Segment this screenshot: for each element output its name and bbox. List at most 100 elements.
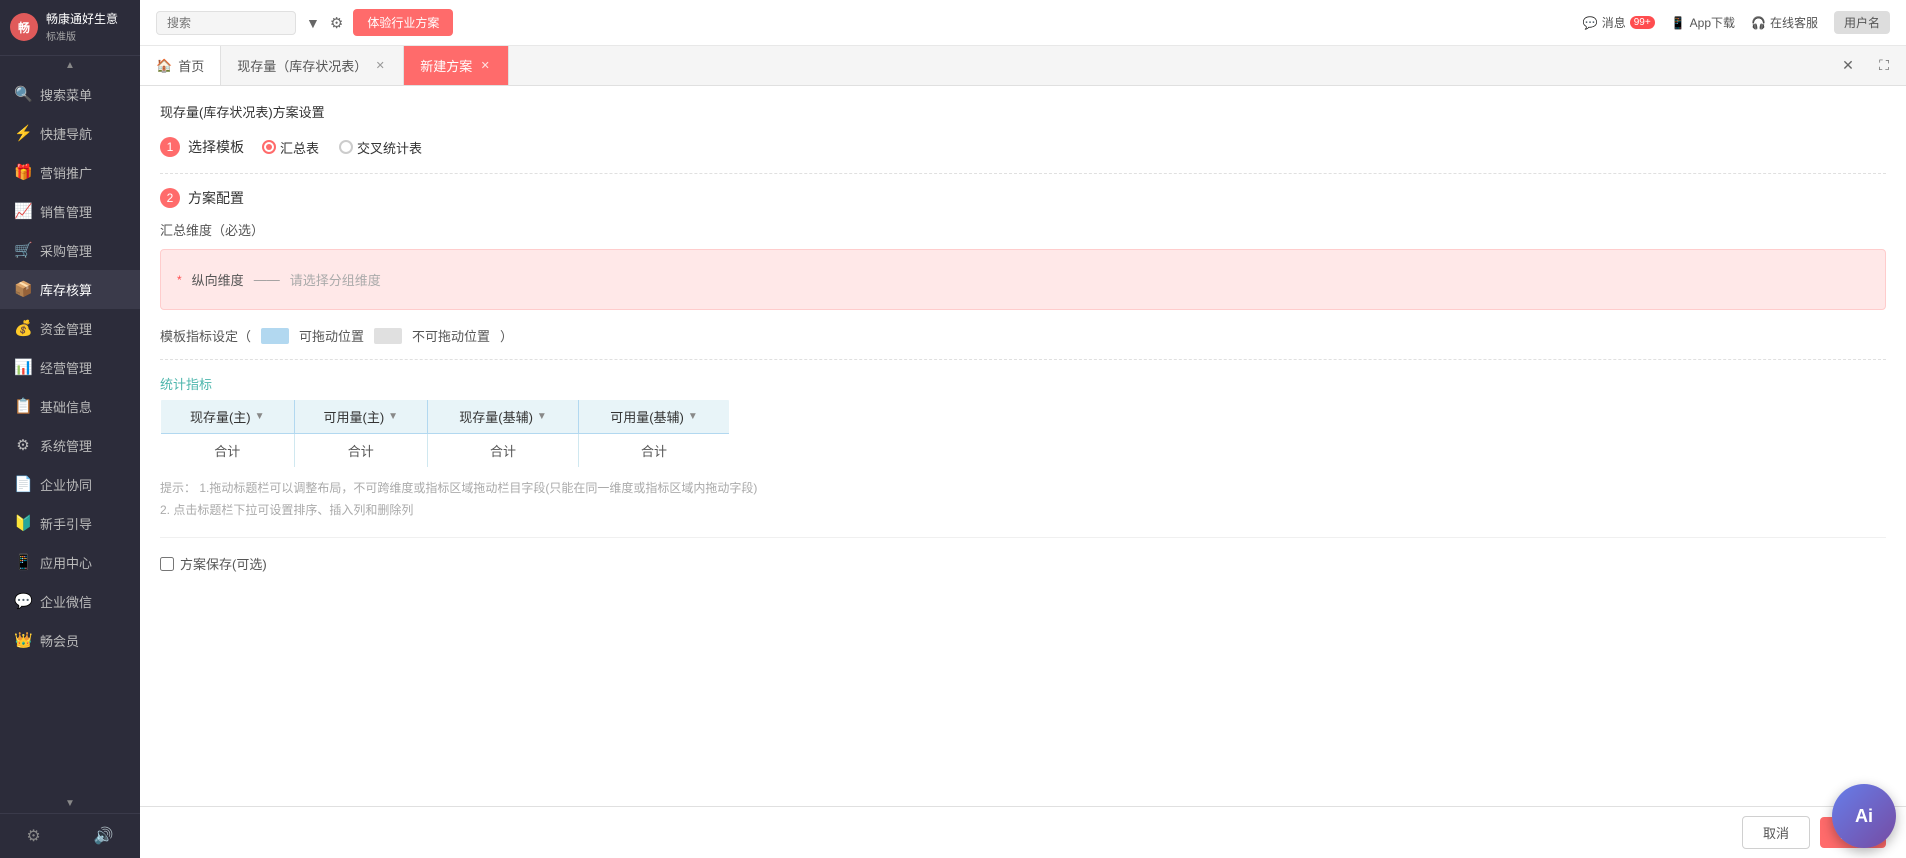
inventory-icon: 📦 bbox=[14, 280, 32, 298]
basic-icon: 📋 bbox=[14, 397, 32, 415]
tab-close-btn[interactable]: ✕ bbox=[1834, 52, 1862, 80]
purchase-icon: 🛒 bbox=[14, 241, 32, 259]
col-label-4: 可用量(基辅) bbox=[610, 407, 684, 426]
newbie-icon: 🔰 bbox=[14, 514, 32, 532]
dimension-dash: —— bbox=[254, 272, 280, 287]
scheme-save: 方案保存(可选) bbox=[160, 537, 1886, 573]
not-draggable-label: 不可拖动位置 bbox=[412, 326, 490, 345]
marketing-icon: 🎁 bbox=[14, 163, 32, 181]
sidebar-item-system[interactable]: ⚙ 系统管理 bbox=[0, 426, 140, 465]
tip-1-text: 1.拖动标题栏可以调整布局，不可跨维度或指标区域拖动栏目字段(只能在同一维度或指… bbox=[199, 481, 757, 495]
topbar-dropdown-btn[interactable]: ▼ bbox=[306, 15, 320, 31]
scheme-save-label: 方案保存(可选) bbox=[180, 554, 267, 573]
operations-icon: 📊 bbox=[14, 358, 32, 376]
member-icon: 👑 bbox=[14, 631, 32, 649]
dimension-required-mark: * bbox=[177, 273, 182, 287]
col-header-2[interactable]: 可用量(主) ▼ bbox=[294, 400, 428, 434]
msg-btn[interactable]: 💬 消息 99+ bbox=[1583, 14, 1655, 31]
stats-section-label: 统计指标 bbox=[160, 374, 1886, 393]
radio-summary[interactable]: 汇总表 bbox=[262, 138, 319, 157]
finance-icon: 💰 bbox=[14, 319, 32, 337]
sidebar-scroll-up[interactable]: ▲ bbox=[0, 56, 140, 75]
col-header-1[interactable]: 现存量(主) ▼ bbox=[161, 400, 295, 434]
cell-1: 合计 bbox=[161, 434, 295, 468]
step1-title: 选择模板 bbox=[188, 137, 244, 157]
sidebar-item-newbie[interactable]: 🔰 新手引导 bbox=[0, 504, 140, 543]
topbar-search-input[interactable] bbox=[156, 11, 296, 35]
chevron-down-icon-3: ▼ bbox=[537, 411, 547, 422]
sidebar-item-search[interactable]: 🔍 搜索菜单 bbox=[0, 75, 140, 114]
radio-summary-dot bbox=[262, 140, 276, 154]
radio-cross-label: 交叉统计表 bbox=[357, 138, 422, 157]
tab-home[interactable]: 🏠 首页 bbox=[140, 46, 221, 85]
sidebar-item-label: 应用中心 bbox=[40, 553, 92, 572]
msg-badge: 99+ bbox=[1630, 16, 1655, 29]
app-name: 畅康通好生意 bbox=[46, 12, 118, 28]
sidebar-item-label: 系统管理 bbox=[40, 436, 92, 455]
sidebar-item-label: 销售管理 bbox=[40, 202, 92, 221]
sidebar-item-label: 库存核算 bbox=[40, 280, 92, 299]
stats-table: 现存量(主) ▼ 可用量(主) ▼ bbox=[160, 399, 730, 468]
shortcut-icon: ⚡ bbox=[14, 124, 32, 142]
sidebar-item-label: 新手引导 bbox=[40, 514, 92, 533]
tab-inventory[interactable]: 现存量（库存状况表） ✕ bbox=[221, 46, 404, 85]
divider2 bbox=[160, 359, 1886, 360]
settings-bottom-icon[interactable]: ⚙ bbox=[18, 822, 48, 850]
sidebar-item-purchase[interactable]: 🛒 采购管理 bbox=[0, 231, 140, 270]
radio-cross[interactable]: 交叉统计表 bbox=[339, 138, 422, 157]
sales-icon: 📈 bbox=[14, 202, 32, 220]
col-header-4[interactable]: 可用量(基辅) ▼ bbox=[579, 400, 730, 434]
tab-new-scheme-close[interactable]: ✕ bbox=[478, 59, 492, 73]
col-label-3: 现存量(基辅) bbox=[459, 407, 533, 426]
sidebar-item-label: 企业协同 bbox=[40, 475, 92, 494]
online-service-btn[interactable]: 🎧 在线客服 bbox=[1751, 14, 1818, 31]
dimension-label: 纵向维度 bbox=[192, 270, 244, 289]
ai-bubble[interactable]: Ai bbox=[1832, 784, 1896, 848]
topbar-right: 💬 消息 99+ 📱 App下载 🎧 在线客服 用户名 bbox=[1583, 11, 1890, 34]
contract-icon: 📄 bbox=[14, 475, 32, 493]
sidebar-item-label: 搜索菜单 bbox=[40, 85, 92, 104]
sidebar-item-basic[interactable]: 📋 基础信息 bbox=[0, 387, 140, 426]
sound-bottom-icon[interactable]: 🔊 bbox=[86, 822, 122, 850]
main-area: ▼ ⚙ 体验行业方案 💬 消息 99+ 📱 App下载 🎧 在线客服 用户名 bbox=[140, 0, 1906, 858]
tab-expand-btn[interactable]: ⛶ bbox=[1870, 52, 1898, 80]
user-btn[interactable]: 用户名 bbox=[1834, 11, 1890, 34]
divider1 bbox=[160, 173, 1886, 174]
sidebar-item-member[interactable]: 👑 畅会员 bbox=[0, 621, 140, 660]
col-label-1: 现存量(主) bbox=[190, 407, 251, 426]
sidebar-item-contract[interactable]: 📄 企业协同 bbox=[0, 465, 140, 504]
topbar: ▼ ⚙ 体验行业方案 💬 消息 99+ 📱 App下载 🎧 在线客服 用户名 bbox=[140, 0, 1906, 46]
trial-btn[interactable]: 体验行业方案 bbox=[353, 9, 453, 36]
sidebar-item-operations[interactable]: 📊 经营管理 bbox=[0, 348, 140, 387]
tab-inventory-label: 现存量（库存状况表） bbox=[237, 56, 367, 75]
dimension-area[interactable]: * 纵向维度 —— 请选择分组维度 bbox=[160, 249, 1886, 310]
cancel-button[interactable]: 取消 bbox=[1742, 816, 1810, 849]
sidebar-item-appstore[interactable]: 📱 应用中心 bbox=[0, 543, 140, 582]
step2-title: 方案配置 bbox=[188, 188, 244, 208]
cell-4: 合计 bbox=[579, 434, 730, 468]
sidebar-item-wechat[interactable]: 💬 企业微信 bbox=[0, 582, 140, 621]
sidebar-item-shortcut[interactable]: ⚡ 快捷导航 bbox=[0, 114, 140, 153]
tab-inventory-close[interactable]: ✕ bbox=[373, 59, 387, 73]
home-icon: 🏠 bbox=[156, 58, 172, 74]
sidebar-scroll-down[interactable]: ▼ bbox=[0, 794, 140, 813]
topbar-gear-btn[interactable]: ⚙ bbox=[330, 14, 343, 32]
col-header-3[interactable]: 现存量(基辅) ▼ bbox=[428, 400, 579, 434]
sidebar-item-label: 营销推广 bbox=[40, 163, 92, 182]
sidebar-item-sales[interactable]: 📈 销售管理 bbox=[0, 192, 140, 231]
sidebar-item-finance[interactable]: 💰 资金管理 bbox=[0, 309, 140, 348]
system-icon: ⚙ bbox=[14, 436, 32, 454]
tab-new-scheme[interactable]: 新建方案 ✕ bbox=[404, 46, 509, 85]
logo-icon: 畅 bbox=[10, 13, 38, 41]
scheme-save-checkbox[interactable] bbox=[160, 557, 174, 571]
summary-dimension-label: 汇总维度（必选） bbox=[160, 220, 1886, 239]
app-download-btn[interactable]: 📱 App下载 bbox=[1671, 14, 1735, 31]
sidebar-item-marketing[interactable]: 🎁 营销推广 bbox=[0, 153, 140, 192]
sidebar-item-label: 快捷导航 bbox=[40, 124, 92, 143]
step2-badge: 2 bbox=[160, 188, 180, 208]
chevron-down-icon-4: ▼ bbox=[688, 411, 698, 422]
app-download-label: App下载 bbox=[1690, 14, 1735, 31]
msg-label: 消息 bbox=[1602, 14, 1626, 31]
sidebar-item-inventory[interactable]: 📦 库存核算 bbox=[0, 270, 140, 309]
radio-summary-label: 汇总表 bbox=[280, 138, 319, 157]
